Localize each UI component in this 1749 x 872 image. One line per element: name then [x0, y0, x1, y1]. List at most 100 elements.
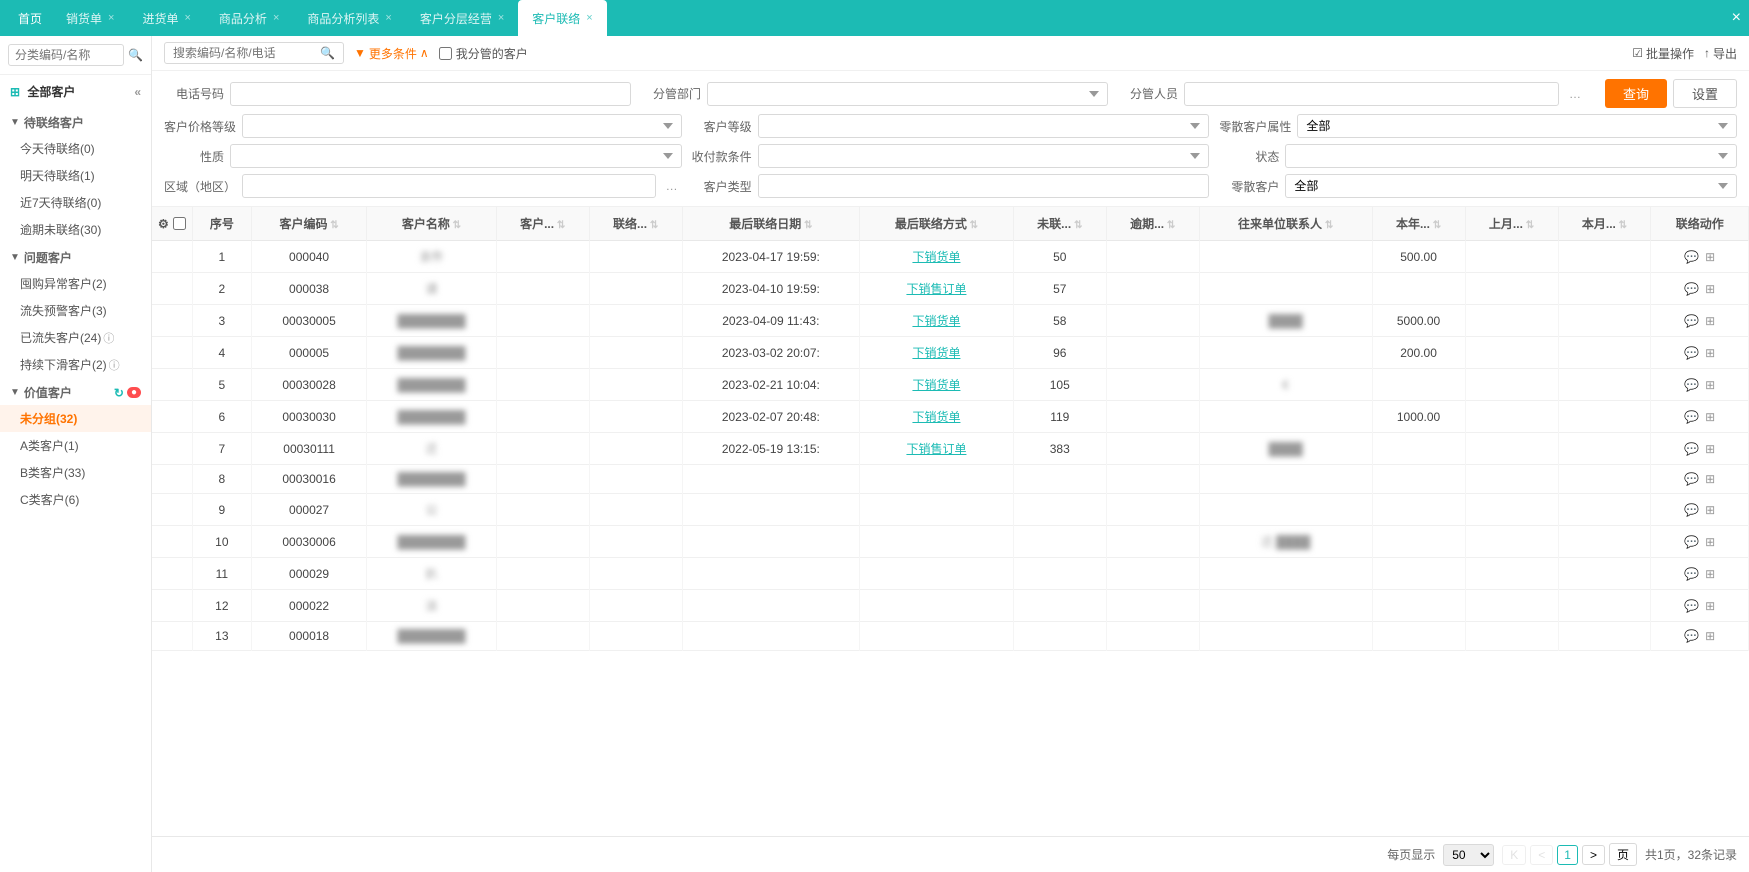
cell-overdue [1106, 465, 1199, 494]
filter-nature-select[interactable] [230, 144, 682, 168]
batch-operation-button[interactable]: ☑ 批量操作 [1632, 45, 1694, 62]
grid-action-icon[interactable]: ⊞ [1705, 503, 1715, 517]
col-last-contact-way[interactable]: 最后联络方式 [860, 207, 1014, 241]
refresh-icon[interactable]: ↻ [114, 386, 124, 400]
reset-button[interactable]: 设置 [1673, 79, 1737, 108]
query-button[interactable]: 查询 [1605, 79, 1667, 108]
filter-status-select[interactable] [1285, 144, 1737, 168]
tab-sales[interactable]: 销货单 × [52, 0, 128, 36]
tab-customer-contact[interactable]: 客户联络 × [518, 0, 606, 36]
chat-icon[interactable]: 💬 [1684, 346, 1699, 360]
grid-action-icon[interactable]: ⊞ [1705, 442, 1715, 456]
settings-icon[interactable]: ⚙ [158, 217, 169, 231]
grid-action-icon[interactable]: ⊞ [1705, 314, 1715, 328]
sidebar-item-class-b[interactable]: B类客户(33) [0, 459, 151, 486]
all-customers-header[interactable]: ⊞ 全部客户 « [0, 75, 151, 108]
sidebar-item-abnormal[interactable]: 囤购异常客户(2) [0, 270, 151, 297]
filter-price-level-select[interactable] [242, 114, 682, 138]
sidebar-item-ungrouped[interactable]: 未分组(32) [0, 405, 151, 432]
sidebar-search-icon[interactable]: 🔍 [128, 48, 143, 62]
grid-action-icon[interactable]: ⊞ [1705, 378, 1715, 392]
sidebar-item-class-a[interactable]: A类客户(1) [0, 432, 151, 459]
col-overdue[interactable]: 逾期... [1106, 207, 1199, 241]
tab-product-analysis[interactable]: 商品分析 × [205, 0, 293, 36]
grid-action-icon[interactable]: ⊞ [1705, 629, 1715, 643]
filter-dept-select[interactable] [707, 82, 1108, 106]
grid-action-icon[interactable]: ⊞ [1705, 472, 1715, 486]
tab-home[interactable]: 首页 [8, 0, 52, 36]
chat-icon[interactable]: 💬 [1684, 599, 1699, 613]
filter-customer-level-select[interactable] [758, 114, 1210, 138]
grid-action-icon[interactable]: ⊞ [1705, 282, 1715, 296]
grid-action-icon[interactable]: ⊞ [1705, 535, 1715, 549]
first-page-button[interactable]: K [1502, 845, 1526, 865]
grid-action-icon[interactable]: ⊞ [1705, 410, 1715, 424]
grid-action-icon[interactable]: ⊞ [1705, 567, 1715, 581]
filter-region-input[interactable] [242, 174, 656, 198]
filter-payment-select[interactable] [758, 144, 1210, 168]
select-all-checkbox[interactable] [173, 217, 186, 230]
chat-icon[interactable]: 💬 [1684, 629, 1699, 643]
close-icon[interactable]: × [273, 12, 279, 24]
sidebar-item-churn-warning[interactable]: 流失预警客户(3) [0, 297, 151, 324]
grid-action-icon[interactable]: ⊞ [1705, 599, 1715, 613]
col-type[interactable]: 客户... [496, 207, 589, 241]
nav-close-button[interactable]: × [1732, 9, 1741, 27]
chat-icon[interactable]: 💬 [1684, 503, 1699, 517]
col-unit-contact[interactable]: 往来单位联系人 [1199, 207, 1372, 241]
col-not-contact[interactable]: 未联... [1013, 207, 1106, 241]
close-icon[interactable]: × [385, 12, 391, 24]
filter-retail-select[interactable]: 全部 [1285, 174, 1737, 198]
last-page-button[interactable]: 页 [1609, 843, 1637, 866]
tab-purchase[interactable]: 进货单 × [128, 0, 204, 36]
chat-icon[interactable]: 💬 [1684, 378, 1699, 392]
sidebar-item-week-pending[interactable]: 近7天待联络(0) [0, 189, 151, 216]
close-icon[interactable]: × [586, 12, 592, 24]
tab-product-analysis-list[interactable]: 商品分析列表 × [293, 0, 405, 36]
filter-manager-input[interactable] [1184, 82, 1559, 106]
chat-icon[interactable]: 💬 [1684, 250, 1699, 264]
page-size-select[interactable]: 20 50 100 [1443, 844, 1494, 866]
chat-icon[interactable]: 💬 [1684, 472, 1699, 486]
tab-customer-tier[interactable]: 客户分层经营 × [406, 0, 518, 36]
sidebar-item-class-c[interactable]: C类客户(6) [0, 486, 151, 513]
sidebar-item-today-pending[interactable]: 今天待联络(0) [0, 135, 151, 162]
export-button[interactable]: ↑ 导出 [1704, 45, 1737, 62]
close-icon[interactable]: × [498, 12, 504, 24]
filter-phone-input[interactable] [230, 82, 631, 106]
chat-icon[interactable]: 💬 [1684, 410, 1699, 424]
region-dots-button[interactable]: … [662, 177, 682, 195]
chat-icon[interactable]: 💬 [1684, 442, 1699, 456]
col-this-month[interactable]: 本月... [1558, 207, 1651, 241]
close-icon[interactable]: × [108, 12, 114, 24]
grid-action-icon[interactable]: ⊞ [1705, 346, 1715, 360]
col-this-year[interactable]: 本年... [1372, 207, 1465, 241]
chat-icon[interactable]: 💬 [1684, 314, 1699, 328]
cell-last-way: 下销货单 [860, 305, 1014, 337]
main-search-input[interactable] [173, 46, 320, 60]
sidebar-collapse-icon[interactable]: « [134, 85, 141, 99]
next-page-button[interactable]: > [1582, 845, 1605, 865]
sidebar-item-declining[interactable]: 持续下滑客户(2) ⓘ [0, 351, 151, 378]
col-name[interactable]: 客户名称 [367, 207, 496, 241]
close-icon[interactable]: × [184, 12, 190, 24]
sidebar-item-overdue-pending[interactable]: 逾期未联络(30) [0, 216, 151, 243]
filter-retail-attr-select[interactable]: 全部 [1297, 114, 1737, 138]
chat-icon[interactable]: 💬 [1684, 282, 1699, 296]
filter-customer-type-input[interactable] [758, 174, 1210, 198]
col-code[interactable]: 客户编码 [251, 207, 366, 241]
col-last-month[interactable]: 上月... [1465, 207, 1558, 241]
manager-dots-button[interactable]: … [1565, 85, 1585, 103]
col-contact[interactable]: 联络... [589, 207, 682, 241]
chat-icon[interactable]: 💬 [1684, 535, 1699, 549]
more-conditions-button[interactable]: ▼ 更多条件 ∧ [354, 45, 429, 62]
sidebar-item-churned[interactable]: 已流失客户(24) ⓘ [0, 324, 151, 351]
prev-page-button[interactable]: < [1530, 845, 1553, 865]
grid-action-icon[interactable]: ⊞ [1705, 250, 1715, 264]
my-customers-checkbox[interactable] [439, 47, 452, 60]
sidebar-search-input[interactable] [8, 44, 124, 66]
col-last-contact-date[interactable]: 最后联络日期 [682, 207, 860, 241]
sidebar-item-tomorrow-pending[interactable]: 明天待联络(1) [0, 162, 151, 189]
chat-icon[interactable]: 💬 [1684, 567, 1699, 581]
main-search-icon[interactable]: 🔍 [320, 46, 335, 60]
